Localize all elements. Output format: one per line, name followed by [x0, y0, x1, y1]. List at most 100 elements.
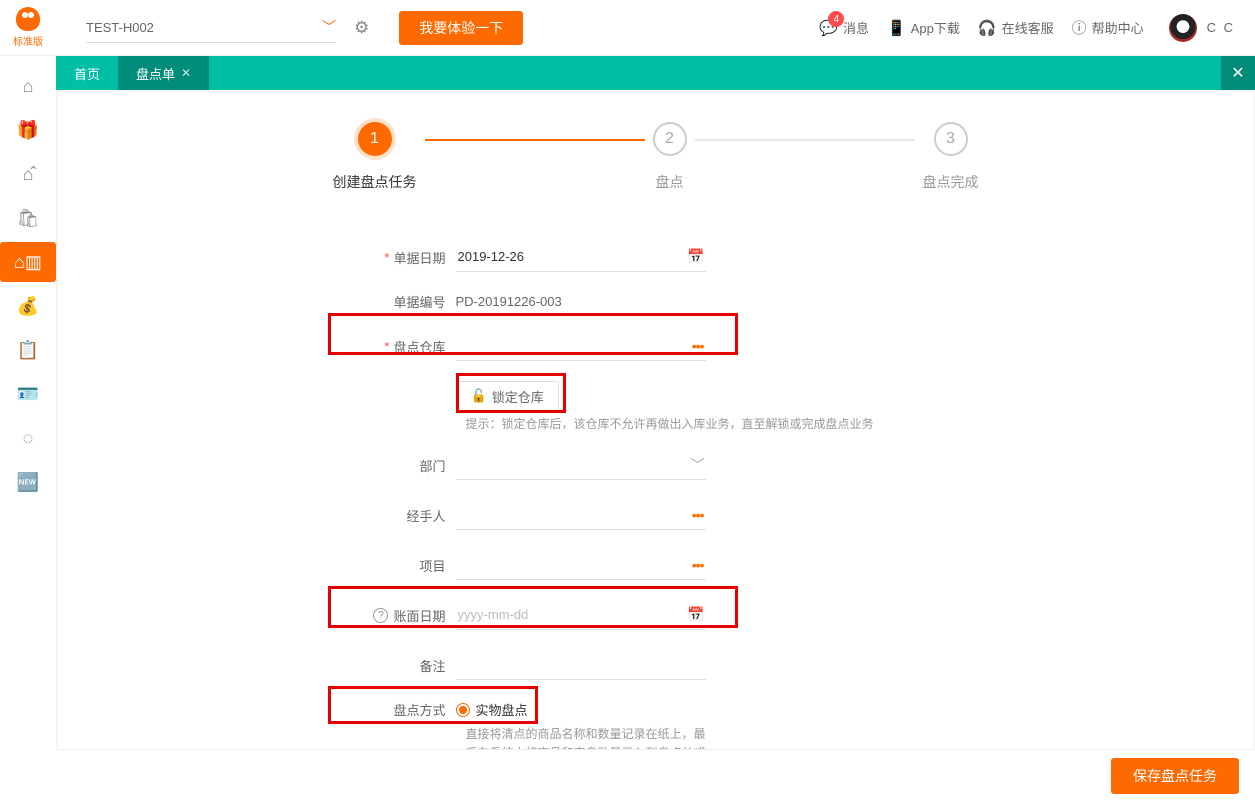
book-date-input[interactable]: 📅: [456, 600, 706, 630]
warehouse-input[interactable]: •••: [456, 331, 706, 361]
step-line-2: [695, 139, 915, 141]
book-date-label: ?账面日期: [336, 606, 456, 625]
step-3: 3 盘点完成: [923, 122, 979, 192]
remark-input[interactable]: [456, 650, 706, 680]
sidebar: ⌂ 🎁 ⌂̂ 🛍 ⌂▥ 💰 📋 🪪 ◌ 🆕: [0, 56, 56, 801]
department-row: 部门 ﹀: [336, 450, 976, 480]
handler-row: 经手人 •••: [336, 500, 976, 530]
sidebar-home-icon[interactable]: ⌂: [0, 66, 56, 106]
chevron-down-icon: ﹀: [322, 17, 336, 37]
trial-button[interactable]: 我要体验一下: [399, 11, 523, 45]
tab-bar: 首页 盘点单 ✕ ✕: [56, 56, 1255, 90]
app-download-link[interactable]: 📱 App下载: [887, 18, 960, 37]
lock-warehouse-button[interactable]: 🔓 锁定仓库: [456, 381, 559, 411]
store-selector[interactable]: TEST-H002 ﹀: [86, 13, 336, 43]
doc-no-value: PD-20191226-003: [456, 294, 706, 309]
step-label-2: 盘点: [656, 172, 684, 192]
handler-input[interactable]: •••: [456, 500, 706, 530]
store-value: TEST-H002: [86, 20, 154, 35]
tab-inventory[interactable]: 盘点单 ✕: [118, 56, 209, 90]
department-field[interactable]: [458, 457, 691, 472]
warehouse-field[interactable]: [458, 338, 692, 353]
tab-close-all-icon[interactable]: ✕: [1221, 56, 1255, 90]
online-service-link[interactable]: 🎧 在线客服: [978, 18, 1054, 37]
logo-label: 标准版: [13, 33, 43, 48]
department-label: 部门: [336, 456, 456, 475]
doc-no-label: 单据编号: [336, 292, 456, 311]
method-row: 盘点方式 实物盘点: [336, 700, 976, 719]
lock-hint: 提示：锁定仓库后，该仓库不允许再做出入库业务，直至解锁或完成盘点业务: [466, 415, 976, 432]
method-option-label: 实物盘点: [476, 700, 528, 719]
book-date-field[interactable]: [458, 607, 688, 622]
sidebar-bag-icon[interactable]: 🛍: [0, 198, 56, 238]
username: C C: [1207, 20, 1235, 35]
handler-label: 经手人: [336, 506, 456, 525]
step-circle-1: 1: [358, 122, 392, 156]
form: *单据日期 📅 单据编号 PD-20191226-003 *盘点仓库 •••: [58, 242, 1253, 799]
tab-inventory-label: 盘点单: [136, 64, 175, 83]
step-circle-2: 2: [653, 122, 687, 156]
tab-home-label: 首页: [74, 64, 100, 83]
remark-field[interactable]: [458, 657, 704, 672]
online-service-label: 在线客服: [1002, 18, 1054, 37]
project-input[interactable]: •••: [456, 550, 706, 580]
lock-icon: 🔓: [471, 388, 487, 404]
logo[interactable]: 标准版: [0, 7, 56, 48]
content: 1 创建盘点任务 2 盘点 3 盘点完成 *单据日期 📅: [56, 90, 1255, 801]
logo-icon: [16, 7, 40, 31]
lock-row: 🔓 锁定仓库: [336, 381, 976, 411]
message-link[interactable]: 💬 消息 4: [819, 18, 869, 37]
save-button[interactable]: 保存盘点任务: [1111, 758, 1239, 794]
calendar-icon[interactable]: 📅: [687, 248, 703, 265]
sidebar-new-icon[interactable]: 🆕: [0, 462, 56, 502]
method-radio[interactable]: 实物盘点: [456, 700, 528, 719]
step-1: 1 创建盘点任务: [333, 122, 417, 192]
sidebar-house-icon[interactable]: ⌂̂: [0, 154, 56, 194]
step-line-1: [425, 139, 645, 141]
avatar[interactable]: [1169, 14, 1197, 42]
help-center-link[interactable]: ⓘ 帮助中心: [1072, 17, 1144, 38]
top-header: 标准版 TEST-H002 ﹀ ⚙ 我要体验一下 💬 消息 4 📱 App下载 …: [0, 0, 1255, 56]
doc-date-input[interactable]: 📅: [456, 242, 706, 272]
sidebar-clipboard-icon[interactable]: 📋: [0, 330, 56, 370]
close-icon[interactable]: ✕: [181, 66, 191, 80]
step-circle-3: 3: [934, 122, 968, 156]
help-icon: ⓘ: [1072, 17, 1087, 38]
sidebar-money-icon[interactable]: 💰: [0, 286, 56, 326]
doc-date-row: *单据日期 📅: [336, 242, 976, 272]
mobile-icon: 📱: [887, 19, 906, 37]
steps: 1 创建盘点任务 2 盘点 3 盘点完成: [58, 122, 1253, 192]
warehouse-label: *盘点仓库: [336, 337, 456, 356]
more-icon[interactable]: •••: [692, 507, 704, 523]
book-date-row: ?账面日期 📅: [336, 600, 976, 630]
remark-label: 备注: [336, 656, 456, 675]
app-download-label: App下载: [911, 18, 960, 37]
content-inner: 1 创建盘点任务 2 盘点 3 盘点完成 *单据日期 📅: [58, 92, 1253, 799]
project-label: 项目: [336, 556, 456, 575]
message-badge: 4: [828, 11, 844, 27]
sidebar-contact-icon[interactable]: 🪪: [0, 374, 56, 414]
sidebar-sync-icon[interactable]: ◌: [0, 418, 56, 458]
footer: 保存盘点任务: [56, 749, 1255, 801]
step-label-3: 盘点完成: [923, 172, 979, 192]
department-input[interactable]: ﹀: [456, 450, 706, 480]
sidebar-warehouse-icon[interactable]: ⌂▥: [0, 242, 56, 282]
warehouse-row: *盘点仓库 •••: [336, 331, 976, 361]
more-icon[interactable]: •••: [692, 557, 704, 573]
step-label-1: 创建盘点任务: [333, 172, 417, 192]
info-icon[interactable]: ?: [373, 608, 388, 623]
doc-date-field[interactable]: [458, 249, 688, 264]
radio-icon: [456, 703, 470, 717]
sidebar-gift-icon[interactable]: 🎁: [0, 110, 56, 150]
project-row: 项目 •••: [336, 550, 976, 580]
chevron-down-icon[interactable]: ﹀: [691, 455, 704, 475]
more-icon[interactable]: •••: [692, 338, 704, 354]
remark-row: 备注: [336, 650, 976, 680]
handler-field[interactable]: [458, 507, 692, 522]
settings-icon[interactable]: ⚙: [354, 18, 369, 38]
project-field[interactable]: [458, 557, 692, 572]
tab-home[interactable]: 首页: [56, 56, 118, 90]
doc-no-row: 单据编号 PD-20191226-003: [336, 292, 976, 311]
lock-button-label: 锁定仓库: [492, 387, 544, 406]
calendar-icon[interactable]: 📅: [687, 606, 703, 623]
